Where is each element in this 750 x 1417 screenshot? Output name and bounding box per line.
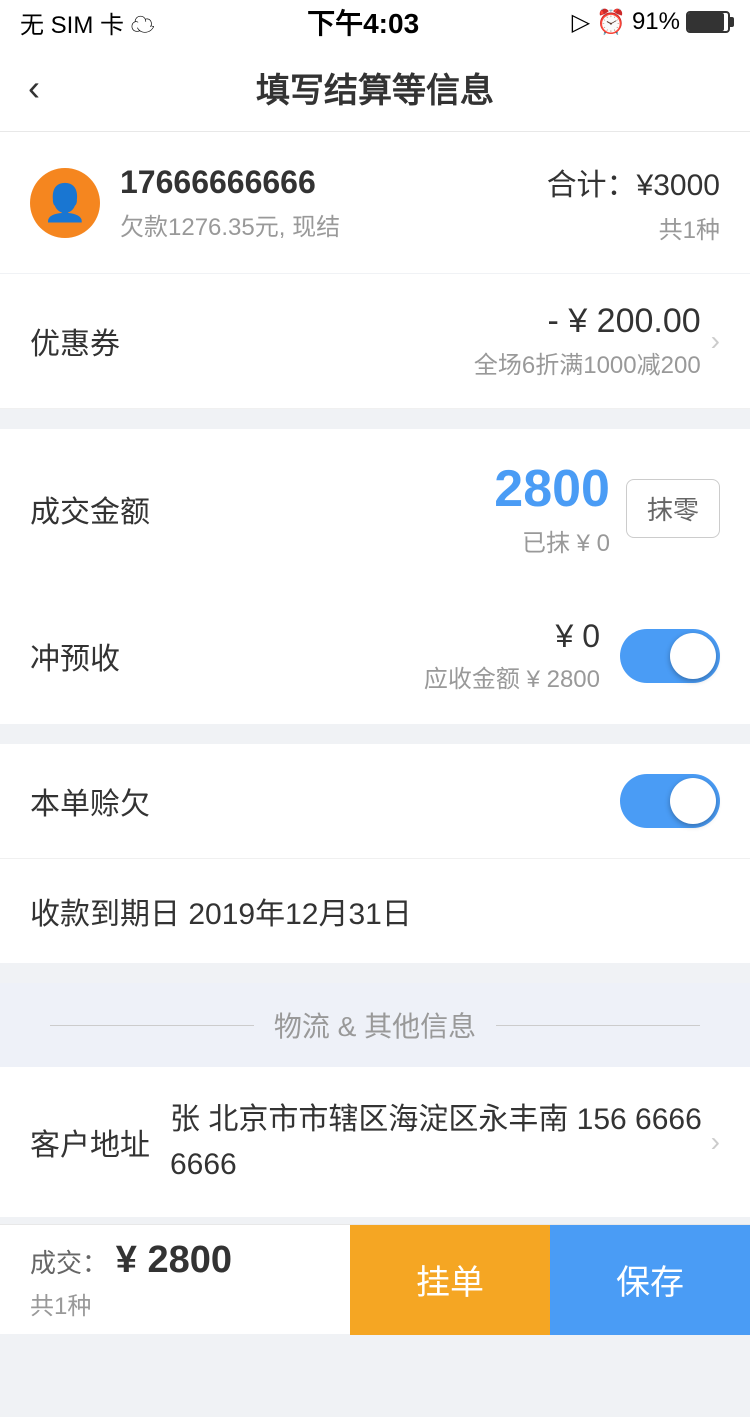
prepay-toggle[interactable]: [620, 629, 720, 683]
transaction-label: 成交金额: [30, 487, 150, 531]
clock-icon: ⏰: [596, 8, 626, 37]
status-left: 无 SIM 卡 ☁: [20, 5, 155, 40]
toggle-knob: [670, 633, 716, 679]
transaction-amount-row: 成交金额 2800 已抹 ¥ 0 抹零: [30, 429, 720, 588]
due-date-section: 收款到期日 2019年12月31日: [0, 858, 750, 963]
bottom-summary: 成交： ¥ 2800 共1种: [0, 1239, 350, 1321]
debt-toggle[interactable]: [620, 774, 720, 828]
prepay-right: ¥ 0 应收金额 ¥ 2800: [424, 618, 720, 694]
transaction-sub: 已抹 ¥ 0: [494, 523, 610, 558]
logistics-divider: [0, 963, 750, 983]
bottom-deal-row: 成交： ¥ 2800: [30, 1239, 320, 1282]
coupon-label: 优惠券: [30, 319, 120, 363]
transaction-amount: 2800: [494, 459, 610, 519]
nav-bar: ‹ 填写结算等信息: [0, 44, 750, 132]
customer-left: 👤 17666666666 欠款1276.35元, 现结: [30, 164, 340, 242]
debt-section: 本单赊欠: [0, 744, 750, 858]
bottom-bar: 成交： ¥ 2800 共1种 挂单 保存: [0, 1224, 750, 1334]
avatar-icon: 👤: [43, 182, 88, 224]
customer-details: 17666666666 欠款1276.35元, 现结: [120, 164, 340, 242]
back-button[interactable]: ‹: [28, 67, 40, 109]
transaction-right: 2800 已抹 ¥ 0 抹零: [494, 459, 720, 558]
bottom-deal-label: 成交：: [30, 1248, 108, 1278]
battery-percent: 91%: [632, 8, 680, 36]
logistics-header: 物流 & 其他信息: [0, 983, 750, 1067]
avatar: 👤: [30, 168, 100, 238]
coupon-desc: 全场6折满1000减200: [474, 345, 701, 380]
due-date-text: 收款到期日 2019年12月31日: [30, 898, 412, 931]
sim-label: 无 SIM 卡 ☁: [20, 5, 155, 40]
coupon-row[interactable]: 优惠券 - ¥ 200.00 全场6折满1000减200 ›: [0, 274, 750, 409]
prepay-receivable: 应收金额 ¥ 2800: [424, 659, 600, 694]
prepay-row: 冲预收 ¥ 0 应收金额 ¥ 2800: [0, 588, 750, 724]
customer-phone: 17666666666: [120, 164, 340, 201]
logistics-title: 物流 & 其他信息: [274, 1005, 476, 1045]
customer-section: 👤 17666666666 欠款1276.35元, 现结 合计：¥3000 共1…: [0, 132, 750, 409]
transaction-amount-block: 2800 已抹 ¥ 0: [494, 459, 610, 558]
page-title: 填写结算等信息: [256, 63, 494, 112]
address-section[interactable]: 客户地址 张 北京市市辖区海淀区永丰南 156 6666 6666 ›: [0, 1067, 750, 1217]
debt-label: 本单赊欠: [30, 779, 150, 823]
customer-info-row: 👤 17666666666 欠款1276.35元, 现结 合计：¥3000 共1…: [0, 132, 750, 274]
section-divider-2: [0, 724, 750, 744]
status-time: 下午4:03: [307, 2, 419, 42]
total-count: 共1种: [547, 210, 720, 245]
hold-button[interactable]: 挂单: [350, 1225, 550, 1335]
battery-icon: [686, 11, 730, 33]
location-icon: ▷: [572, 8, 590, 37]
total-amount: 合计：¥3000: [547, 160, 720, 204]
status-bar: 无 SIM 卡 ☁ 下午4:03 ▷ ⏰ 91%: [0, 0, 750, 44]
chevron-right-icon: ›: [711, 325, 720, 357]
bottom-deal-amount: ¥ 2800: [116, 1239, 232, 1281]
address-chevron-icon: ›: [711, 1126, 720, 1158]
coupon-amount: - ¥ 200.00: [474, 302, 701, 341]
prepay-amount: ¥ 0: [424, 618, 600, 655]
round-button[interactable]: 抹零: [626, 479, 720, 538]
customer-right: 合计：¥3000 共1种: [547, 160, 720, 245]
prepay-amount-block: ¥ 0 应收金额 ¥ 2800: [424, 618, 600, 694]
section-divider-1: [0, 409, 750, 429]
save-button[interactable]: 保存: [550, 1225, 750, 1335]
coupon-value: - ¥ 200.00 全场6折满1000减200: [474, 302, 701, 380]
bottom-deal-count: 共1种: [30, 1286, 320, 1321]
transaction-section: 成交金额 2800 已抹 ¥ 0 抹零: [0, 429, 750, 588]
debt-toggle-knob: [670, 778, 716, 824]
address-content: 张 北京市市辖区海淀区永丰南 156 6666 6666: [170, 1097, 711, 1187]
address-label: 客户地址: [30, 1120, 150, 1164]
status-right: ▷ ⏰ 91%: [572, 8, 730, 37]
customer-sub: 欠款1276.35元, 现结: [120, 207, 340, 242]
coupon-right: - ¥ 200.00 全场6折满1000减200 ›: [474, 302, 720, 380]
prepay-label: 冲预收: [30, 634, 120, 678]
